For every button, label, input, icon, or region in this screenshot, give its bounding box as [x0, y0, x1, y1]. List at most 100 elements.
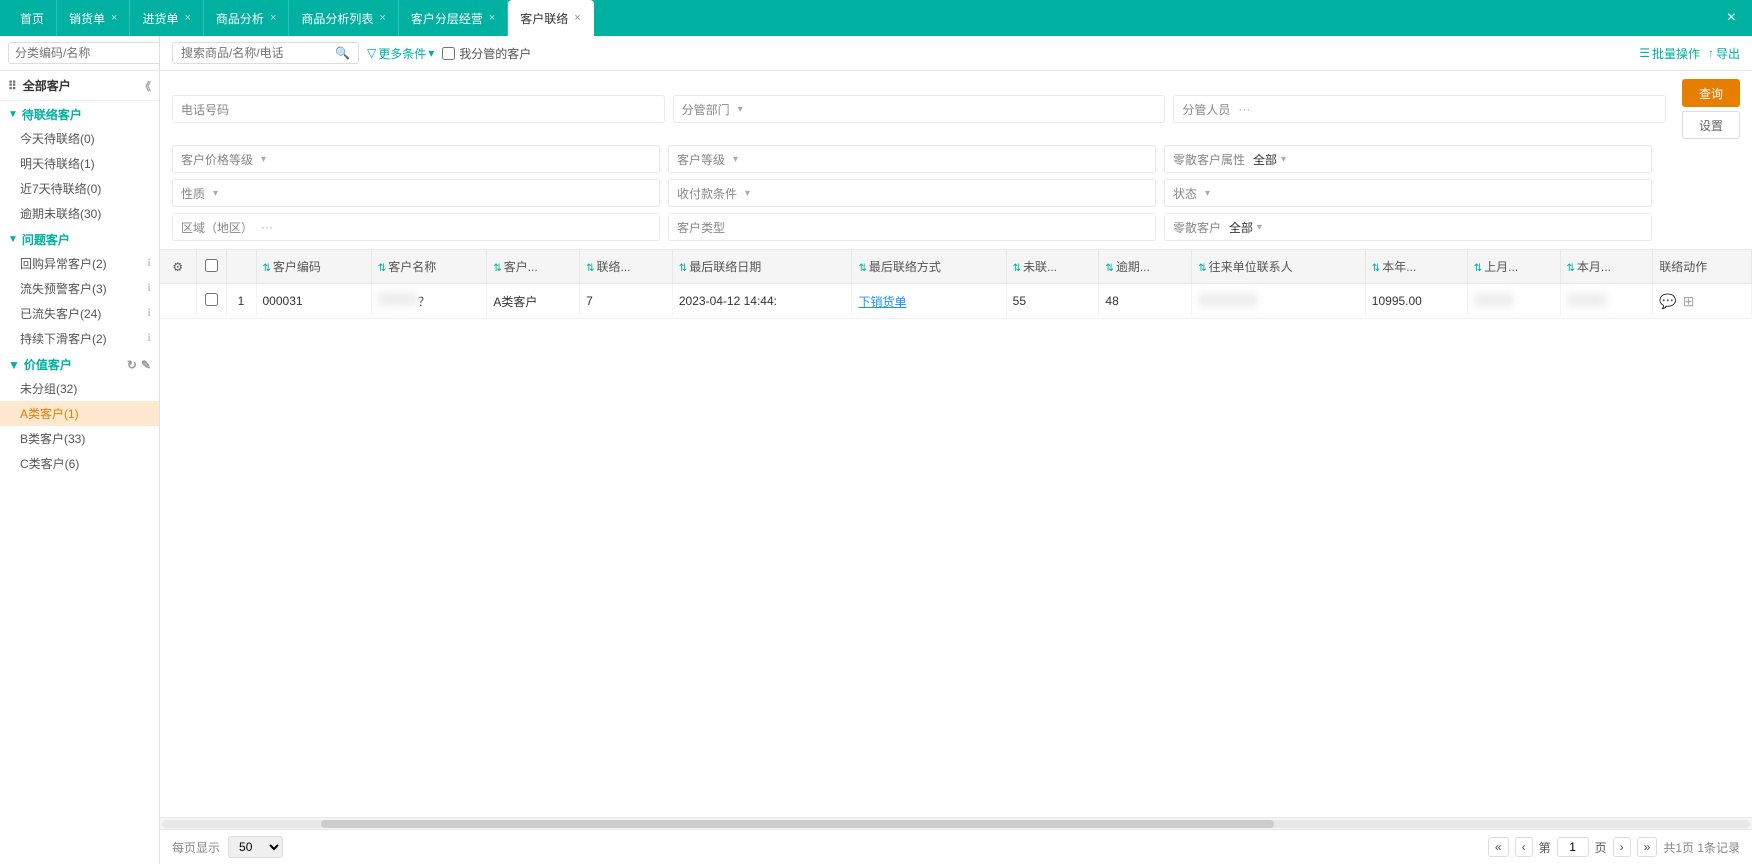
manager-field[interactable]: 分管人员 ··· [1173, 95, 1666, 123]
close-product-analysis-list-tab[interactable]: × [379, 12, 385, 24]
close-sales-tab[interactable]: × [111, 12, 117, 24]
row-checkbox[interactable] [196, 284, 226, 319]
row-last-method[interactable]: 下销货单 [852, 284, 1006, 319]
sidebar-item-churn-warning[interactable]: 流失预警客户(3) ℹ [0, 276, 159, 301]
all-customers-header[interactable]: ⠿ 全部客户 《 [0, 71, 159, 101]
col-level[interactable]: ⇅客户... [487, 250, 580, 284]
dept-dropdown-arrow: ▾ [738, 104, 743, 115]
nature-field[interactable]: 性质 ▾ [172, 179, 660, 207]
retail-attr-arrow: ▾ [1281, 154, 1286, 165]
nav-purchase[interactable]: 进货单 × [130, 0, 203, 36]
pending-contact-label: 待联络客户 [22, 106, 82, 123]
sidebar-item-overdue-pending[interactable]: 逾期未联络(30) [0, 201, 159, 226]
nav-product-analysis-list[interactable]: 商品分析列表 × [289, 0, 398, 36]
nav-customer-tier[interactable]: 客户分层经营 × [399, 0, 508, 36]
first-page-btn[interactable]: « [1488, 837, 1509, 857]
table-header-row: ⚙ ⇅客户编码 ⇅客户名称 ⇅客户... ⇅联络... ⇅最后联络日期 ⇅最后联… [160, 250, 1752, 284]
region-more-btn[interactable]: ··· [261, 220, 273, 234]
close-customer-contact-tab[interactable]: × [574, 12, 580, 24]
sidebar-item-class-a[interactable]: A类客户(1) [0, 401, 159, 426]
this-month-blurred [1567, 293, 1607, 307]
settings-button[interactable]: 设置 [1682, 111, 1740, 139]
sidebar-item-7day-pending[interactable]: 近7天待联络(0) [0, 176, 159, 201]
export-btn[interactable]: ↑ 导出 [1708, 45, 1740, 62]
nav-sales[interactable]: 销货单 × [57, 0, 130, 36]
query-button[interactable]: 查询 [1682, 79, 1740, 107]
filter-search-icon[interactable]: 🔍 [335, 46, 350, 60]
col-no-contact[interactable]: ⇅未联... [1006, 250, 1099, 284]
sidebar-item-declining[interactable]: 持续下滑客户(2) ℹ [0, 326, 159, 351]
region-field[interactable]: 区域（地区） ··· [172, 213, 660, 241]
dept-field[interactable]: 分管部门 ▾ [673, 95, 1166, 123]
retail-customer-field[interactable]: 零散客户 全部 ▾ [1164, 213, 1652, 241]
more-filter-btn[interactable]: ▽ 更多条件 ▾ [367, 45, 434, 62]
page-input[interactable] [1557, 837, 1589, 857]
my-customers-check[interactable] [442, 47, 455, 60]
scrollbar-track[interactable] [162, 820, 1750, 828]
col-contact[interactable]: ⇅联络... [580, 250, 673, 284]
group-value-customers[interactable]: ▼ 价值客户 ↻ ✎ [0, 351, 159, 376]
sidebar-item-class-c[interactable]: C类客户(6) [0, 451, 159, 476]
nav-customer-contact[interactable]: 客户联络 × [508, 0, 593, 36]
refresh-icon[interactable]: ↻ [127, 358, 137, 372]
col-sort-no-contact: ⇅ [1013, 263, 1021, 274]
close-purchase-tab[interactable]: × [184, 12, 190, 24]
filter-search-input[interactable] [181, 46, 331, 60]
status-field[interactable]: 状态 ▾ [1164, 179, 1652, 207]
payment-field[interactable]: 收付款条件 ▾ [668, 179, 1156, 207]
page-size-select[interactable]: 50 10 20 100 [228, 836, 283, 858]
col-last-date[interactable]: ⇅最后联络日期 [672, 250, 852, 284]
manager-more-btn[interactable]: ··· [1238, 102, 1250, 116]
col-last-month[interactable]: ⇅上月... [1467, 250, 1560, 284]
scrollbar-thumb[interactable] [321, 820, 1274, 828]
col-last-method[interactable]: ⇅最后联络方式 [852, 250, 1006, 284]
last-method-link[interactable]: 下销货单 [858, 295, 906, 309]
sidebar-item-today-pending[interactable]: 今天待联络(0) [0, 126, 159, 151]
my-customers-checkbox[interactable]: 我分管的客户 [442, 45, 531, 62]
col-this-month[interactable]: ⇅本月... [1560, 250, 1653, 284]
price-level-arrow: ▾ [261, 154, 266, 165]
close-customer-tier-tab[interactable]: × [489, 12, 495, 24]
horizontal-scrollbar[interactable] [160, 817, 1752, 829]
row-code: 000031 [256, 284, 371, 319]
action-icons: 💬 ⊞ [1659, 293, 1745, 310]
col-this-year[interactable]: ⇅本年... [1365, 250, 1467, 284]
retail-attr-field[interactable]: 零散客户属性 全部 ▾ [1164, 145, 1652, 173]
qr-icon[interactable]: ⊞ [1683, 293, 1695, 310]
filter-row-3: 性质 ▾ 收付款条件 ▾ 状态 ▾ [172, 179, 1740, 207]
customer-level-field[interactable]: 客户等级 ▾ [668, 145, 1156, 173]
prev-page-btn[interactable]: ‹ [1515, 837, 1533, 857]
sidebar-item-tomorrow-pending[interactable]: 明天待联络(1) [0, 151, 159, 176]
customer-type-field[interactable]: 客户类型 [668, 213, 1156, 241]
batch-op-btn[interactable]: ☰ 批量操作 [1639, 45, 1700, 62]
sidebar-item-abnormal-repurchase[interactable]: 回购异常客户(2) ℹ [0, 251, 159, 276]
collapse-btn[interactable]: 《 [140, 78, 151, 94]
price-level-field[interactable]: 客户价格等级 ▾ [172, 145, 660, 173]
page-total: 共1页 1条记录 [1663, 839, 1740, 856]
group-problem-customers[interactable]: ▼ 问题客户 [0, 226, 159, 251]
sidebar-search-input[interactable] [8, 42, 160, 64]
col-name[interactable]: ⇅客户名称 [371, 250, 486, 284]
sidebar-item-churned[interactable]: 已流失客户(24) ℹ [0, 301, 159, 326]
last-page-btn[interactable]: » [1637, 837, 1658, 857]
nav-home[interactable]: 首页 [8, 0, 57, 36]
col-overdue[interactable]: ⇅逾期... [1099, 250, 1192, 284]
col-settings[interactable]: ⚙ [160, 250, 196, 284]
value-icons[interactable]: ↻ ✎ [127, 358, 151, 372]
row-select-checkbox[interactable] [205, 293, 218, 306]
group-pending-contact[interactable]: ▼ 待联络客户 [0, 101, 159, 126]
nav-product-analysis[interactable]: 商品分析 × [204, 0, 289, 36]
select-all-checkbox[interactable] [205, 259, 218, 272]
edit-icon[interactable]: ✎ [141, 358, 151, 372]
col-unit-contact[interactable]: ⇅往来单位联系人 [1192, 250, 1366, 284]
phone-field: 电话号码 [172, 95, 665, 123]
filter-row-4: 区域（地区） ··· 客户类型 零散客户 全部 ▾ [172, 213, 1740, 241]
close-product-analysis-tab[interactable]: × [270, 12, 276, 24]
col-code[interactable]: ⇅客户编码 [256, 250, 371, 284]
chat-icon[interactable]: 💬 [1659, 293, 1676, 310]
sidebar-item-ungrouped[interactable]: 未分组(32) [0, 376, 159, 401]
next-page-btn[interactable]: › [1613, 837, 1631, 857]
col-sort-last-method: ⇅ [858, 263, 866, 274]
sidebar-item-class-b[interactable]: B类客户(33) [0, 426, 159, 451]
close-all-tabs[interactable]: × [1719, 9, 1744, 27]
